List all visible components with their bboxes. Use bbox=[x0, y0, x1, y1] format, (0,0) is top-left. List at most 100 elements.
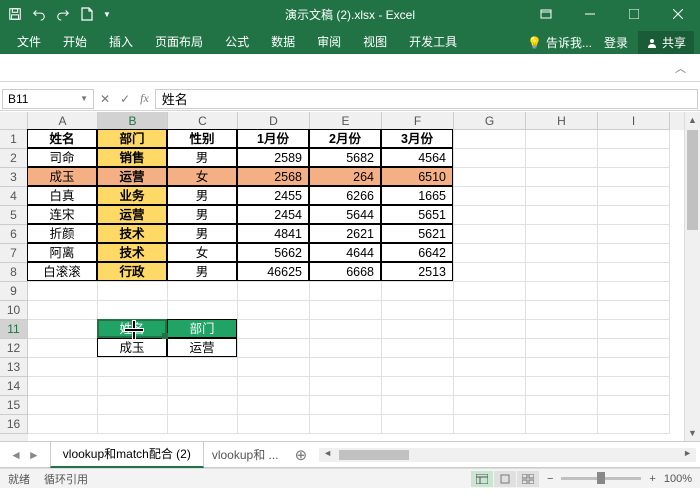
cell-D5[interactable]: 2454 bbox=[237, 205, 309, 224]
tab-developer[interactable]: 开发工具 bbox=[398, 29, 468, 54]
cell-I13[interactable] bbox=[598, 358, 670, 377]
col-header-E[interactable]: E bbox=[310, 112, 382, 130]
cell-B2[interactable]: 销售 bbox=[97, 148, 167, 167]
cell-C7[interactable]: 女 bbox=[167, 243, 237, 262]
cell-G16[interactable] bbox=[454, 415, 526, 434]
cell-C11[interactable]: 部门 bbox=[167, 319, 237, 338]
cell-B16[interactable] bbox=[98, 415, 168, 434]
row-header-1[interactable]: 1 bbox=[0, 130, 28, 149]
cell-I3[interactable] bbox=[598, 168, 670, 187]
cell-D13[interactable] bbox=[238, 358, 310, 377]
cell-D2[interactable]: 2589 bbox=[237, 148, 309, 167]
cell-C10[interactable] bbox=[168, 301, 238, 320]
cell-A8[interactable]: 白滚滚 bbox=[27, 262, 97, 281]
cell-B6[interactable]: 技术 bbox=[97, 224, 167, 243]
cell-I11[interactable] bbox=[598, 320, 670, 339]
cell-H4[interactable] bbox=[526, 187, 598, 206]
cancel-formula-icon[interactable]: ✕ bbox=[100, 92, 110, 106]
cell-A14[interactable] bbox=[28, 377, 98, 396]
cell-A7[interactable]: 阿离 bbox=[27, 243, 97, 262]
cell-B9[interactable] bbox=[98, 282, 168, 301]
cell-F10[interactable] bbox=[382, 301, 454, 320]
cell-G13[interactable] bbox=[454, 358, 526, 377]
col-header-G[interactable]: G bbox=[454, 112, 526, 130]
cell-G9[interactable] bbox=[454, 282, 526, 301]
cell-A1[interactable]: 姓名 bbox=[27, 129, 97, 148]
cell-G10[interactable] bbox=[454, 301, 526, 320]
cell-F3[interactable]: 6510 bbox=[381, 167, 453, 186]
cell-I1[interactable] bbox=[598, 130, 670, 149]
cell-G14[interactable] bbox=[454, 377, 526, 396]
cell-D1[interactable]: 1月份 bbox=[237, 129, 309, 148]
cell-F14[interactable] bbox=[382, 377, 454, 396]
cell-I2[interactable] bbox=[598, 149, 670, 168]
add-sheet-icon[interactable]: ⊕ bbox=[287, 446, 316, 464]
cell-F8[interactable]: 2513 bbox=[381, 262, 453, 281]
cell-I14[interactable] bbox=[598, 377, 670, 396]
zoom-level[interactable]: 100% bbox=[664, 473, 692, 485]
cell-G11[interactable] bbox=[454, 320, 526, 339]
vertical-scrollbar[interactable]: ▲ ▼ bbox=[684, 112, 700, 441]
cell-G8[interactable] bbox=[454, 263, 526, 282]
cell-A10[interactable] bbox=[28, 301, 98, 320]
cell-D15[interactable] bbox=[238, 396, 310, 415]
zoom-out-icon[interactable]: − bbox=[547, 473, 553, 485]
row-header-5[interactable]: 5 bbox=[0, 206, 28, 225]
cell-H13[interactable] bbox=[526, 358, 598, 377]
close-icon[interactable] bbox=[656, 0, 700, 28]
row-header-7[interactable]: 7 bbox=[0, 244, 28, 263]
hscroll-thumb[interactable] bbox=[339, 450, 409, 460]
row-header-16[interactable]: 16 bbox=[0, 415, 28, 434]
undo-icon[interactable] bbox=[28, 3, 50, 25]
col-header-A[interactable]: A bbox=[28, 112, 98, 130]
cell-I5[interactable] bbox=[598, 206, 670, 225]
cell-A9[interactable] bbox=[28, 282, 98, 301]
cell-F12[interactable] bbox=[382, 339, 454, 358]
new-icon[interactable] bbox=[76, 3, 98, 25]
cell-D11[interactable] bbox=[238, 320, 310, 339]
row-header-4[interactable]: 4 bbox=[0, 187, 28, 206]
cell-H8[interactable] bbox=[526, 263, 598, 282]
col-header-H[interactable]: H bbox=[526, 112, 598, 130]
sheet-tab-active[interactable]: vlookup和match配合 (2) bbox=[50, 441, 204, 468]
cell-A12[interactable] bbox=[28, 339, 98, 358]
cell-C3[interactable]: 女 bbox=[167, 167, 237, 186]
cell-G12[interactable] bbox=[454, 339, 526, 358]
namebox-dropdown-icon[interactable]: ▼ bbox=[80, 94, 88, 103]
fx-icon[interactable]: fx bbox=[140, 91, 149, 106]
row-header-3[interactable]: 3 bbox=[0, 168, 28, 187]
cell-C1[interactable]: 性别 bbox=[167, 129, 237, 148]
scroll-right-icon[interactable]: ► bbox=[683, 448, 692, 458]
row-header-2[interactable]: 2 bbox=[0, 149, 28, 168]
cell-H1[interactable] bbox=[526, 130, 598, 149]
cell-D12[interactable] bbox=[238, 339, 310, 358]
cell-B4[interactable]: 业务 bbox=[97, 186, 167, 205]
cell-I6[interactable] bbox=[598, 225, 670, 244]
cell-E10[interactable] bbox=[310, 301, 382, 320]
cell-C9[interactable] bbox=[168, 282, 238, 301]
row-header-10[interactable]: 10 bbox=[0, 301, 28, 320]
cell-G3[interactable] bbox=[454, 168, 526, 187]
formula-bar[interactable]: 姓名 bbox=[155, 89, 698, 109]
cell-F7[interactable]: 6642 bbox=[381, 243, 453, 262]
cell-A15[interactable] bbox=[28, 396, 98, 415]
scroll-left-icon[interactable]: ◄ bbox=[323, 448, 332, 458]
scroll-up-icon[interactable]: ▲ bbox=[685, 112, 700, 128]
cell-D3[interactable]: 2568 bbox=[237, 167, 309, 186]
cell-E11[interactable] bbox=[310, 320, 382, 339]
cell-F15[interactable] bbox=[382, 396, 454, 415]
col-header-D[interactable]: D bbox=[238, 112, 310, 130]
cell-C6[interactable]: 男 bbox=[167, 224, 237, 243]
cell-D9[interactable] bbox=[238, 282, 310, 301]
view-break-icon[interactable] bbox=[517, 471, 539, 487]
tab-formulas[interactable]: 公式 bbox=[214, 29, 260, 54]
name-box[interactable]: B11 ▼ bbox=[2, 89, 94, 109]
tab-insert[interactable]: 插入 bbox=[98, 29, 144, 54]
redo-icon[interactable] bbox=[52, 3, 74, 25]
signin-link[interactable]: 登录 bbox=[604, 34, 628, 51]
cell-B11[interactable]: 姓名 bbox=[97, 319, 167, 338]
cell-F4[interactable]: 1665 bbox=[381, 186, 453, 205]
cell-E13[interactable] bbox=[310, 358, 382, 377]
cell-C8[interactable]: 男 bbox=[167, 262, 237, 281]
cell-G1[interactable] bbox=[454, 130, 526, 149]
